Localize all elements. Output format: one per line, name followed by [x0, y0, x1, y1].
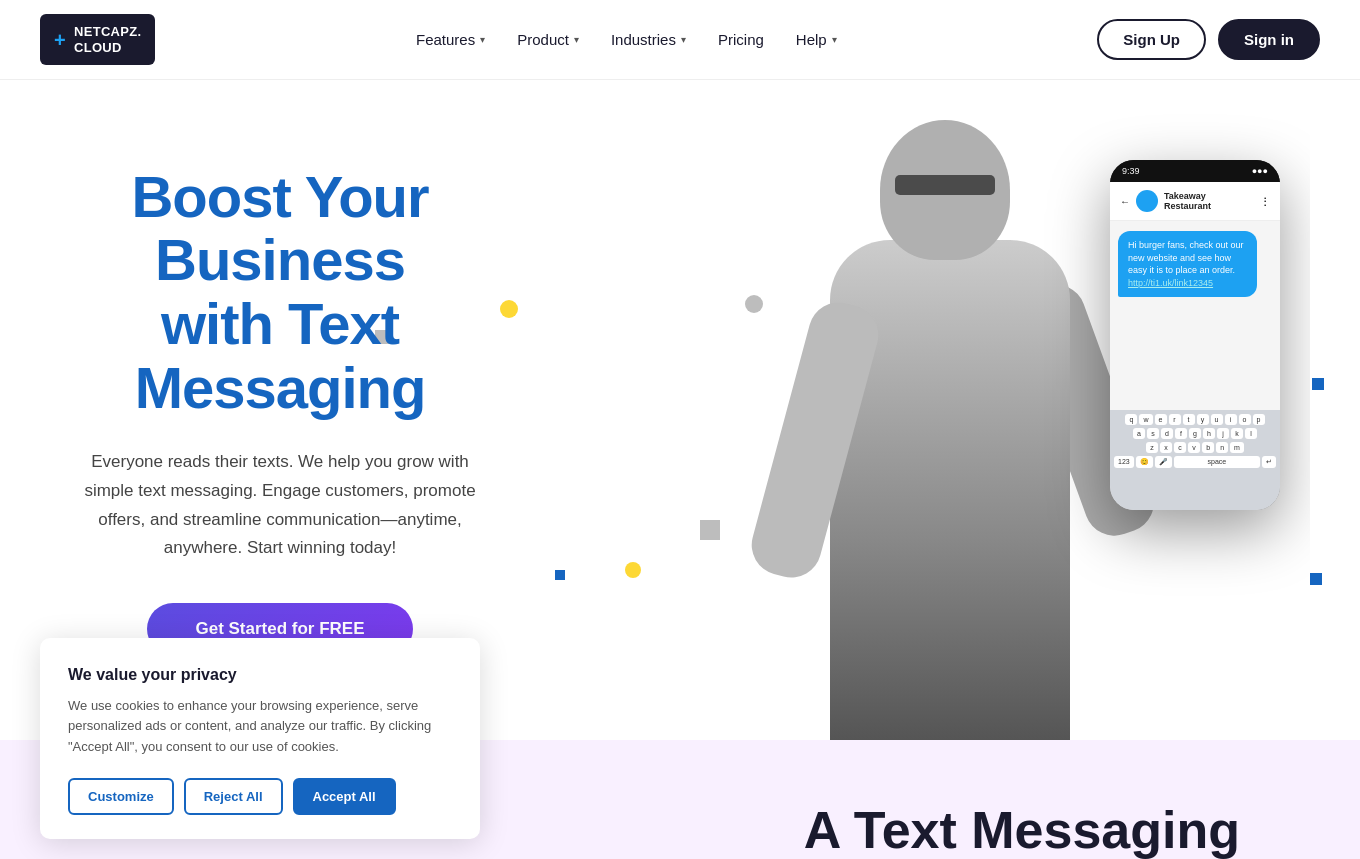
keyboard-row-3: z x c v b n m [1114, 442, 1276, 453]
keyboard-row-2: a s d f g h j k l [1114, 428, 1276, 439]
nav-links: Features ▾ Product ▾ Industries ▾ Pricin… [404, 23, 849, 56]
nav-item-product[interactable]: Product ▾ [505, 23, 591, 56]
navbar: + NETCAPZ.CLOUD Features ▾ Product ▾ Ind… [0, 0, 1360, 80]
cookie-banner: We value your privacy We use cookies to … [40, 638, 480, 839]
deco-dot-yellow-bottom [625, 562, 641, 578]
deco-square-gray-bottom [700, 520, 720, 540]
hero-subtitle: Everyone reads their texts. We help you … [80, 448, 480, 564]
cookie-title: We value your privacy [68, 666, 452, 684]
phone-chat-header: ← Takeaway Restaurant ⋮ [1110, 182, 1280, 221]
nav-actions: Sign Up Sign in [1097, 19, 1320, 60]
logo[interactable]: + NETCAPZ.CLOUD [40, 14, 155, 65]
head [880, 120, 1010, 260]
chat-name: Takeaway Restaurant [1164, 191, 1254, 211]
chevron-down-icon: ▾ [681, 34, 686, 45]
chevron-down-icon: ▾ [574, 34, 579, 45]
hero-image-area: 9:39 ●●● ← Takeaway Restaurant ⋮ Hi burg… [750, 100, 1310, 740]
nav-item-industries[interactable]: Industries ▾ [599, 23, 698, 56]
accept-all-button[interactable]: Accept All [293, 778, 396, 815]
keyboard-row-4: 123 😊 🎤 space ↵ [1114, 456, 1276, 468]
chevron-down-icon: ▾ [832, 34, 837, 45]
keyboard-row-1: q w e r t y u i o p [1114, 414, 1276, 425]
chat-bubble: Hi burger fans, check out our new websit… [1118, 231, 1257, 297]
chat-avatar [1136, 190, 1158, 212]
deco-square-blue-bottom [1310, 573, 1322, 585]
chat-link: http://ti1.uk/link12345 [1128, 278, 1213, 288]
hero-person [780, 120, 1120, 740]
back-arrow-icon: ← [1120, 196, 1130, 207]
phone-screen: ← Takeaway Restaurant ⋮ Hi burger fans, … [1110, 182, 1280, 510]
phone-keyboard: q w e r t y u i o p a s d [1110, 410, 1280, 510]
deco-square-blue-right [1312, 378, 1324, 390]
customize-button[interactable]: Customize [68, 778, 174, 815]
phone-chat-body: Hi burger fans, check out our new websit… [1110, 221, 1280, 410]
menu-icon: ⋮ [1260, 196, 1270, 207]
nav-item-features[interactable]: Features ▾ [404, 23, 497, 56]
phone-mockup: 9:39 ●●● ← Takeaway Restaurant ⋮ Hi burg… [1110, 160, 1280, 510]
logo-plus: + [54, 27, 66, 53]
signup-button[interactable]: Sign Up [1097, 19, 1206, 60]
nav-item-help[interactable]: Help ▾ [784, 23, 849, 56]
phone-status-bar: 9:39 ●●● [1110, 160, 1280, 182]
nav-item-pricing[interactable]: Pricing [706, 23, 776, 56]
hero-title: Boost Your Business with Text Messaging [80, 165, 480, 420]
reject-all-button[interactable]: Reject All [184, 778, 283, 815]
logo-text: NETCAPZ.CLOUD [74, 24, 141, 55]
cookie-text: We use cookies to enhance your browsing … [68, 696, 452, 758]
chevron-down-icon: ▾ [480, 34, 485, 45]
signin-button[interactable]: Sign in [1218, 19, 1320, 60]
cookie-actions: Customize Reject All Accept All [68, 778, 452, 815]
